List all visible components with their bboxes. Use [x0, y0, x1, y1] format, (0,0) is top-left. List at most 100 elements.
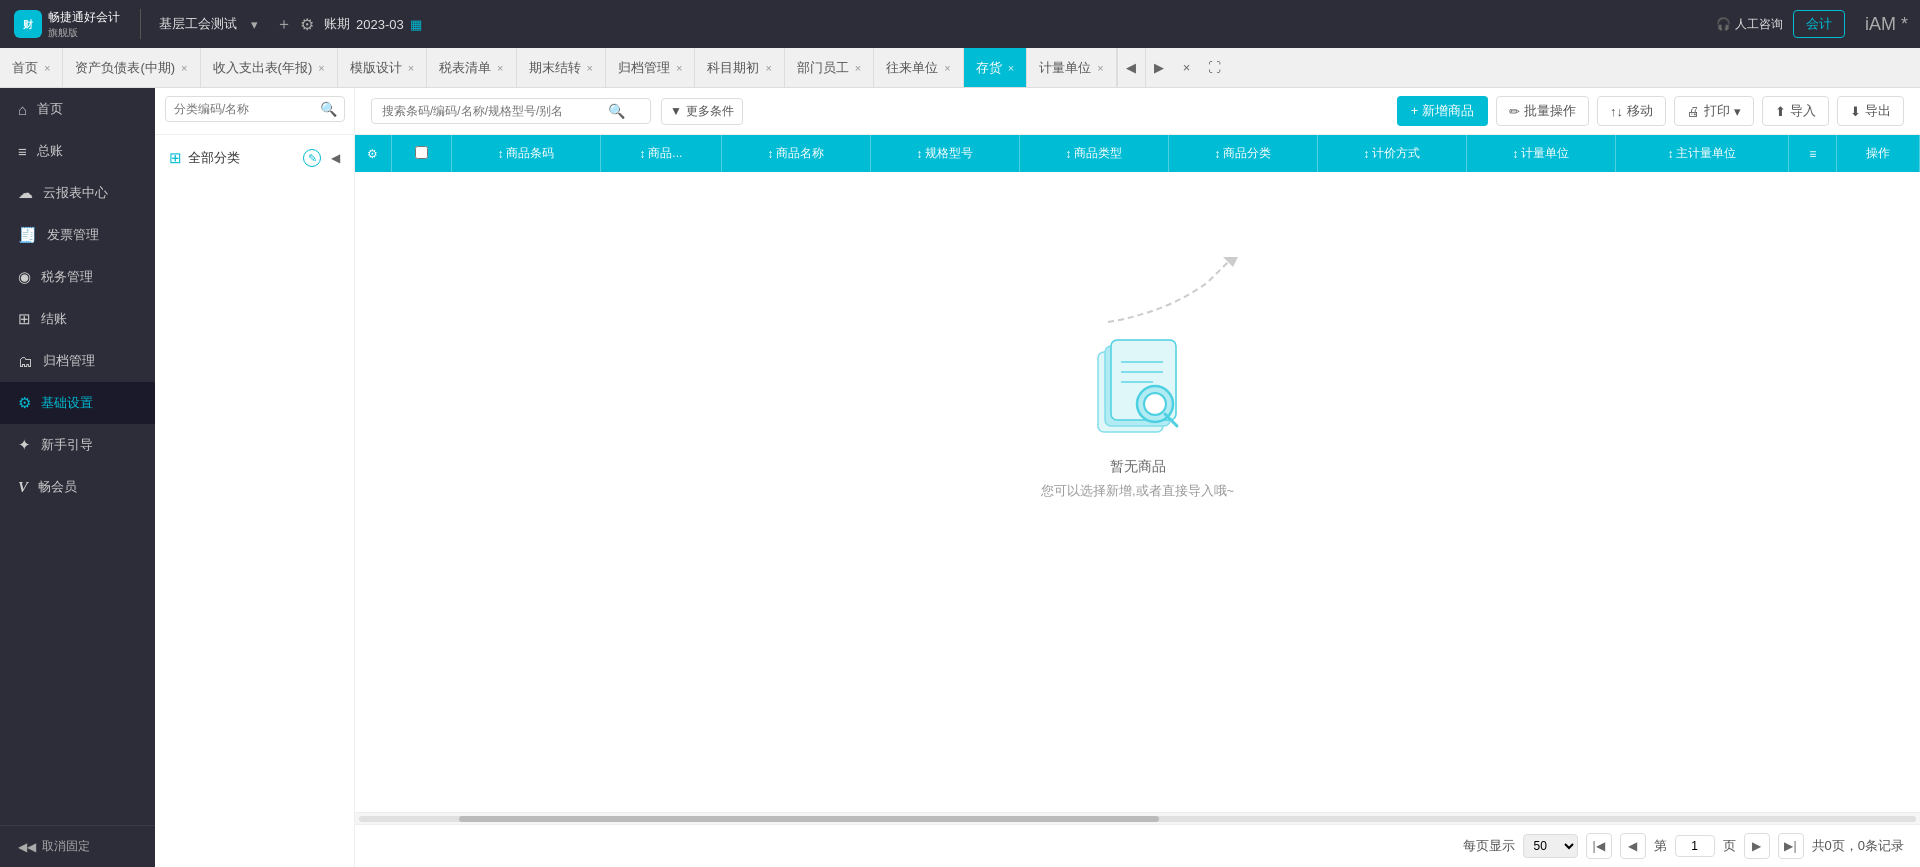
left-panel: 🔍	[155, 88, 355, 134]
scrollbar-track[interactable]	[359, 816, 1916, 822]
first-page-button[interactable]: |◀	[1586, 833, 1612, 859]
sidebar-item-ledger[interactable]: ≡ 总账	[0, 130, 155, 172]
column-code[interactable]: ↕ 商品...	[600, 135, 721, 172]
add-tab-icon[interactable]: ＋	[276, 14, 292, 35]
tab-unit[interactable]: 计量单位 ×	[1027, 48, 1116, 88]
filter-icon: ▼	[670, 104, 682, 118]
sidebar-item-close[interactable]: ⊞ 结账	[0, 298, 155, 340]
column-name[interactable]: ↕ 商品名称	[721, 135, 870, 172]
sidebar-item-home[interactable]: ⌂ 首页	[0, 88, 155, 130]
per-page-select[interactable]: 50 100 200	[1523, 834, 1578, 858]
sidebar-item-archive[interactable]: 🗂 归档管理	[0, 340, 155, 382]
column-category[interactable]: ↕ 商品分类	[1168, 135, 1317, 172]
export-button[interactable]: ⬇ 导出	[1837, 96, 1904, 126]
page-number-input[interactable]	[1675, 835, 1715, 857]
product-search-box[interactable]: 🔍	[371, 98, 651, 124]
tab-balance-close[interactable]: ×	[181, 62, 187, 74]
service-button[interactable]: 🎧 人工咨询	[1716, 16, 1783, 33]
tab-dept-close[interactable]: ×	[855, 62, 861, 74]
tab-archive-close[interactable]: ×	[676, 62, 682, 74]
settings-icon[interactable]: ⚙	[300, 15, 314, 34]
column-type[interactable]: ↕ 商品类型	[1019, 135, 1168, 172]
category-search-input[interactable]	[174, 102, 314, 116]
empty-illustration	[1083, 332, 1193, 442]
filter-label: 更多条件	[686, 103, 734, 120]
tab-supplier-close[interactable]: ×	[944, 62, 950, 74]
tab-template[interactable]: 模版设计 ×	[338, 48, 427, 88]
price-mode-label: 计价方式	[1372, 145, 1420, 162]
column-barcode[interactable]: ↕ 商品条码	[451, 135, 600, 172]
sidebar-item-reports[interactable]: ☁ 云报表中心	[0, 172, 155, 214]
sidebar-item-member[interactable]: V 畅会员	[0, 466, 155, 508]
tab-bar: 首页 × 资产负债表(中期) × 收入支出表(年报) × 模版设计 × 税表清单…	[0, 48, 1920, 88]
arrow-svg	[1088, 252, 1288, 332]
move-button[interactable]: ↑↓ 移动	[1597, 96, 1666, 126]
tab-inventory-close[interactable]: ×	[1008, 62, 1014, 74]
batch-operation-button[interactable]: ✏ 批量操作	[1496, 96, 1589, 126]
calendar-icon[interactable]: ▦	[410, 17, 422, 32]
tab-subject[interactable]: 科目期初 ×	[695, 48, 784, 88]
add-product-button[interactable]: + 新增商品	[1397, 96, 1488, 126]
unpin-button[interactable]: ◀◀ 取消固定	[0, 825, 155, 867]
main-unit-label: 主计量单位	[1676, 145, 1736, 162]
category-search-icon[interactable]: 🔍	[320, 101, 337, 117]
column-checkbox[interactable]	[391, 135, 451, 172]
collapse-panel-icon[interactable]: ◀	[331, 151, 340, 165]
tab-unit-close[interactable]: ×	[1097, 62, 1103, 74]
prev-page-button[interactable]: ◀	[1620, 833, 1646, 859]
tab-income-close[interactable]: ×	[318, 62, 324, 74]
column-main-unit[interactable]: ↕ 主计量单位	[1615, 135, 1788, 172]
scrollbar-thumb[interactable]	[459, 816, 1159, 822]
column-price-mode[interactable]: ↕ 计价方式	[1317, 135, 1466, 172]
tab-inventory[interactable]: 存货 ×	[964, 48, 1027, 88]
tab-home[interactable]: 首页 ×	[0, 48, 63, 88]
tab-period-end[interactable]: 期末结转 ×	[517, 48, 606, 88]
product-table: ⚙ ↕ 商品条码	[355, 135, 1920, 172]
next-page-button[interactable]: ▶	[1744, 833, 1770, 859]
tab-template-close[interactable]: ×	[408, 62, 414, 74]
export-icon: ⬇	[1850, 104, 1861, 119]
tab-supplier[interactable]: 往来单位 ×	[874, 48, 963, 88]
tab-close-all[interactable]: ×	[1173, 48, 1201, 88]
tab-dept[interactable]: 部门员工 ×	[785, 48, 874, 88]
account-button[interactable]: 会计	[1793, 10, 1845, 38]
unpin-icon: ◀◀	[18, 840, 36, 854]
column-unit[interactable]: ↕ 计量单位	[1466, 135, 1615, 172]
sidebar-ledger-label: 总账	[37, 142, 63, 160]
tab-home-close[interactable]: ×	[44, 62, 50, 74]
edit-category-icon[interactable]: ✎	[303, 149, 321, 167]
tab-tax-close[interactable]: ×	[497, 62, 503, 74]
tab-archive[interactable]: 归档管理 ×	[606, 48, 695, 88]
print-button[interactable]: 🖨 打印 ▾	[1674, 96, 1754, 126]
sidebar-item-tax[interactable]: ◉ 税务管理	[0, 256, 155, 298]
last-page-button[interactable]: ▶|	[1778, 833, 1804, 859]
tab-period-end-close[interactable]: ×	[587, 62, 593, 74]
unit-label: 计量单位	[1521, 145, 1569, 162]
column-extra[interactable]: ≡	[1789, 135, 1837, 172]
column-spec[interactable]: ↕ 规格型号	[870, 135, 1019, 172]
tab-tax[interactable]: 税表清单 ×	[427, 48, 516, 88]
tab-scroll-left[interactable]: ◀	[1117, 48, 1145, 88]
tab-balance[interactable]: 资产负债表(中期) ×	[63, 48, 200, 88]
category-search-box[interactable]: 🔍	[165, 96, 345, 122]
sidebar-item-settings[interactable]: ⚙ 基础设置	[0, 382, 155, 424]
horizontal-scrollbar[interactable]	[355, 812, 1920, 824]
company-dropdown-icon[interactable]: ▾	[251, 17, 258, 32]
headset-icon: 🎧	[1716, 17, 1731, 31]
tab-income[interactable]: 收入支出表(年报) ×	[201, 48, 338, 88]
tab-scroll-right[interactable]: ▶	[1145, 48, 1173, 88]
import-label: 导入	[1790, 102, 1816, 120]
more-filter-button[interactable]: ▼ 更多条件	[661, 98, 743, 125]
column-config-icon[interactable]: ⚙	[355, 135, 391, 172]
sidebar-item-invoice[interactable]: 🧾 发票管理	[0, 214, 155, 256]
tab-subject-close[interactable]: ×	[765, 62, 771, 74]
tab-expand[interactable]: ⛶	[1201, 48, 1229, 88]
period-value: 2023-03	[356, 17, 404, 32]
all-categories-item[interactable]: ⊞ 全部分类 ✎ ◀	[165, 143, 344, 173]
import-button[interactable]: ⬆ 导入	[1762, 96, 1829, 126]
product-search-input[interactable]	[382, 104, 602, 118]
sidebar-item-guide[interactable]: ✦ 新手引导	[0, 424, 155, 466]
select-all-checkbox[interactable]	[415, 146, 428, 159]
iam-label: iAM *	[1865, 14, 1908, 35]
product-search-icon[interactable]: 🔍	[608, 103, 625, 119]
